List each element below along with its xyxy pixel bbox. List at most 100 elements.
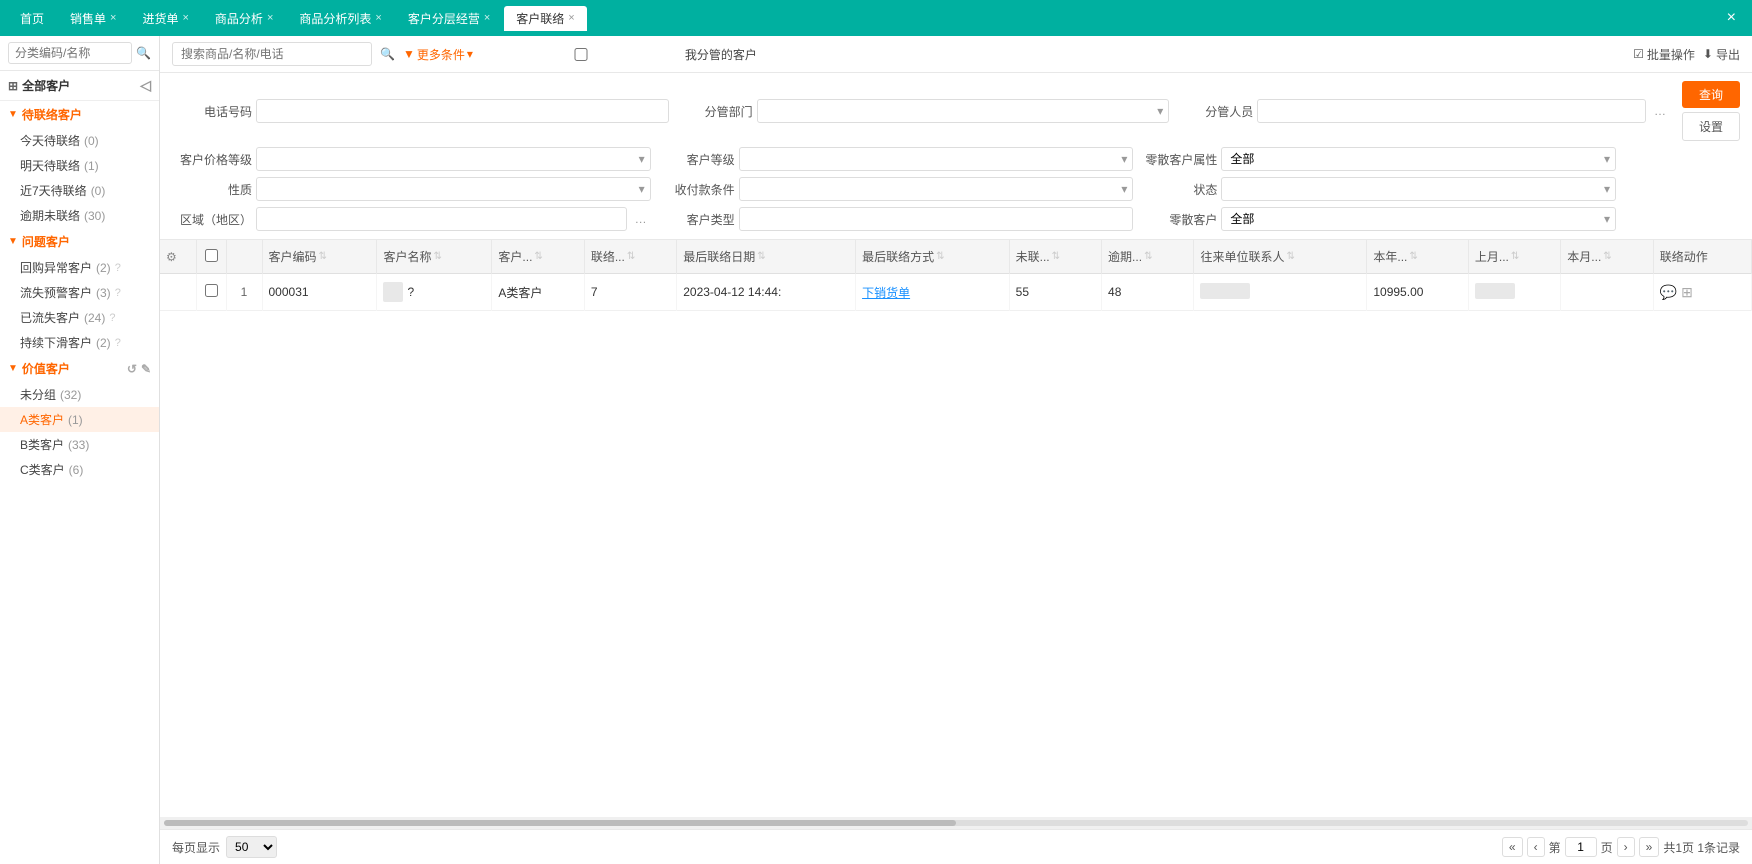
- nav-tab-contact-close[interactable]: ×: [568, 12, 574, 24]
- main-close-button[interactable]: ×: [1719, 5, 1744, 31]
- nav-tab-customer-segment[interactable]: 客户分层经营 ×: [396, 6, 502, 31]
- adv-field-scatter-attr: 零散客户属性 全部: [1137, 147, 1616, 171]
- scrollbar-thumb[interactable]: [164, 820, 956, 826]
- th-last-contact-date: 最后联络日期 ⇅: [677, 240, 856, 274]
- sort-icon-name[interactable]: ⇅: [433, 251, 441, 262]
- adv-select-level-wrapper: [739, 147, 1134, 171]
- query-button[interactable]: 查询: [1682, 81, 1740, 108]
- adv-select-price-wrapper: [256, 147, 651, 171]
- select-all-checkbox[interactable]: [205, 249, 218, 262]
- sort-icon-this-month[interactable]: ⇅: [1603, 251, 1611, 262]
- table-header-row: ⚙ 客户编码 ⇅: [160, 240, 1752, 274]
- my-customers-checkbox[interactable]: [481, 48, 681, 61]
- sidebar-item-c-class[interactable]: C类客户 (6): [0, 457, 159, 482]
- adv-select-dept[interactable]: [757, 99, 1170, 123]
- adv-select-nature[interactable]: [256, 177, 651, 201]
- sidebar-item-b-label: B类客户: [20, 436, 64, 453]
- sidebar-item-continuous-count: (2): [96, 336, 111, 350]
- sidebar-group-pending[interactable]: ▼ 待联络客户: [0, 101, 159, 128]
- nav-tab-purchase[interactable]: 进货单 ×: [130, 6, 200, 31]
- nav-tab-goods-analysis[interactable]: 商品分析 ×: [203, 6, 285, 31]
- nav-tab-sales[interactable]: 销售单 ×: [58, 6, 128, 31]
- sort-icon-method[interactable]: ⇅: [936, 251, 944, 262]
- th-this-year: 本年... ⇅: [1367, 240, 1469, 274]
- sort-icon-no-contact[interactable]: ⇅: [1052, 251, 1060, 262]
- sort-icon-contact[interactable]: ⇅: [627, 251, 635, 262]
- sidebar-item-repeat-abnormal[interactable]: 回购异常客户 (2) ?: [0, 255, 159, 280]
- setting-button[interactable]: 设置: [1682, 112, 1740, 141]
- adv-select-level[interactable]: [739, 147, 1134, 171]
- sort-icon-last-month[interactable]: ⇅: [1511, 251, 1519, 262]
- adv-input-region[interactable]: [256, 207, 627, 231]
- adv-input-person[interactable]: [1257, 99, 1646, 123]
- sort-icon-date[interactable]: ⇅: [757, 251, 765, 262]
- sidebar-item-today[interactable]: 今天待联络 (0): [0, 128, 159, 153]
- adv-person-dots[interactable]: …: [1650, 104, 1670, 118]
- sort-icon-type[interactable]: ⇅: [534, 251, 542, 262]
- per-page-select[interactable]: 50 100 200: [226, 836, 277, 858]
- last-page-button[interactable]: »: [1639, 837, 1660, 857]
- next-page-button[interactable]: ›: [1617, 837, 1635, 857]
- gear-icon[interactable]: ⚙: [166, 250, 177, 264]
- sidebar-group-value[interactable]: ▼ 价值客户 ↺ ✎: [0, 355, 159, 382]
- sidebar-item-unclassified[interactable]: 未分组 (32): [0, 382, 159, 407]
- first-page-button[interactable]: «: [1502, 837, 1523, 857]
- sidebar-item-lost-label: 流失预警客户: [20, 284, 92, 301]
- adv-select-price[interactable]: [256, 147, 651, 171]
- nav-tab-home[interactable]: 首页: [8, 6, 56, 31]
- sidebar-item-lost-prediction[interactable]: 流失预警客户 (3) ?: [0, 280, 159, 305]
- sidebar-item-a-class[interactable]: A类客户 (1): [0, 407, 159, 432]
- sidebar-item-tomorrow[interactable]: 明天待联络 (1): [0, 153, 159, 178]
- sort-icon-code[interactable]: ⇅: [319, 251, 327, 262]
- sort-icon-overdue[interactable]: ⇅: [1144, 251, 1152, 262]
- sidebar-all-customers[interactable]: ⊞ 全部客户 ◁: [0, 71, 159, 101]
- td-overdue: 48: [1102, 274, 1194, 311]
- sidebar-search-icon[interactable]: 🔍: [136, 46, 151, 60]
- nav-tab-customer-contact[interactable]: 客户联络 ×: [504, 6, 586, 31]
- message-icon[interactable]: 💬: [1660, 284, 1677, 301]
- sidebar-search-input[interactable]: [8, 42, 132, 64]
- edit-icon[interactable]: ✎: [141, 362, 151, 376]
- prev-page-button[interactable]: ‹: [1527, 837, 1545, 857]
- contact-method-link[interactable]: 下销货单: [862, 286, 910, 300]
- help-icon-3: ?: [109, 312, 115, 324]
- row-checkbox[interactable]: [205, 284, 218, 297]
- sidebar-item-continuous[interactable]: 持续下滑客户 (2) ?: [0, 330, 159, 355]
- sidebar-item-week[interactable]: 近7天待联络 (0): [0, 178, 159, 203]
- refresh-icon[interactable]: ↺: [127, 362, 137, 376]
- td-customer-type: A类客户: [492, 274, 584, 311]
- sidebar-item-already-lost[interactable]: 已流失客户 (24) ?: [0, 305, 159, 330]
- adv-input-customer-type[interactable]: [739, 207, 1134, 231]
- sidebar-item-overdue[interactable]: 逾期未联络 (30): [0, 203, 159, 228]
- adv-select-status[interactable]: [1221, 177, 1616, 201]
- adv-select-scatter2[interactable]: 全部: [1221, 207, 1616, 231]
- sidebar-collapse-icon[interactable]: ◁: [140, 77, 151, 94]
- page-number-input[interactable]: [1565, 837, 1597, 857]
- export-button[interactable]: ⬇ 导出: [1703, 46, 1740, 63]
- sidebar-item-b-class[interactable]: B类客户 (33): [0, 432, 159, 457]
- td-last-month: [1468, 274, 1560, 311]
- sidebar-group-problem[interactable]: ▼ 问题客户: [0, 228, 159, 255]
- sort-icon-contact-person[interactable]: ⇅: [1286, 251, 1294, 262]
- more-conditions-button[interactable]: ▼ 更多条件 ▾: [403, 46, 473, 63]
- nav-tab-goods-list[interactable]: 商品分析列表 ×: [287, 6, 393, 31]
- nav-tab-purchase-close[interactable]: ×: [182, 12, 188, 24]
- help-icon-4: ?: [115, 337, 121, 349]
- adv-select-scatter[interactable]: 全部: [1221, 147, 1616, 171]
- filter-search-icon[interactable]: 🔍: [380, 47, 395, 61]
- search-input[interactable]: [172, 42, 372, 66]
- adv-select-payment[interactable]: [739, 177, 1134, 201]
- adv-input-phone[interactable]: [256, 99, 669, 123]
- td-contact: 7: [584, 274, 676, 311]
- nav-tab-goods-list-close[interactable]: ×: [375, 12, 381, 24]
- nav-tab-sales-close[interactable]: ×: [110, 12, 116, 24]
- nav-tab-segment-close[interactable]: ×: [484, 12, 490, 24]
- sort-icon-this-year[interactable]: ⇅: [1409, 251, 1417, 262]
- horizontal-scrollbar[interactable]: [160, 817, 1752, 829]
- batch-op-button[interactable]: ☑ 批量操作: [1633, 46, 1695, 63]
- customer-table: ⚙ 客户编码 ⇅: [160, 240, 1752, 311]
- nav-tab-goods-analysis-close[interactable]: ×: [267, 12, 273, 24]
- adv-region-dots[interactable]: …: [631, 212, 651, 226]
- share-icon[interactable]: ⊞: [1681, 284, 1693, 301]
- sidebar-group-value-label: 价值客户: [22, 360, 70, 377]
